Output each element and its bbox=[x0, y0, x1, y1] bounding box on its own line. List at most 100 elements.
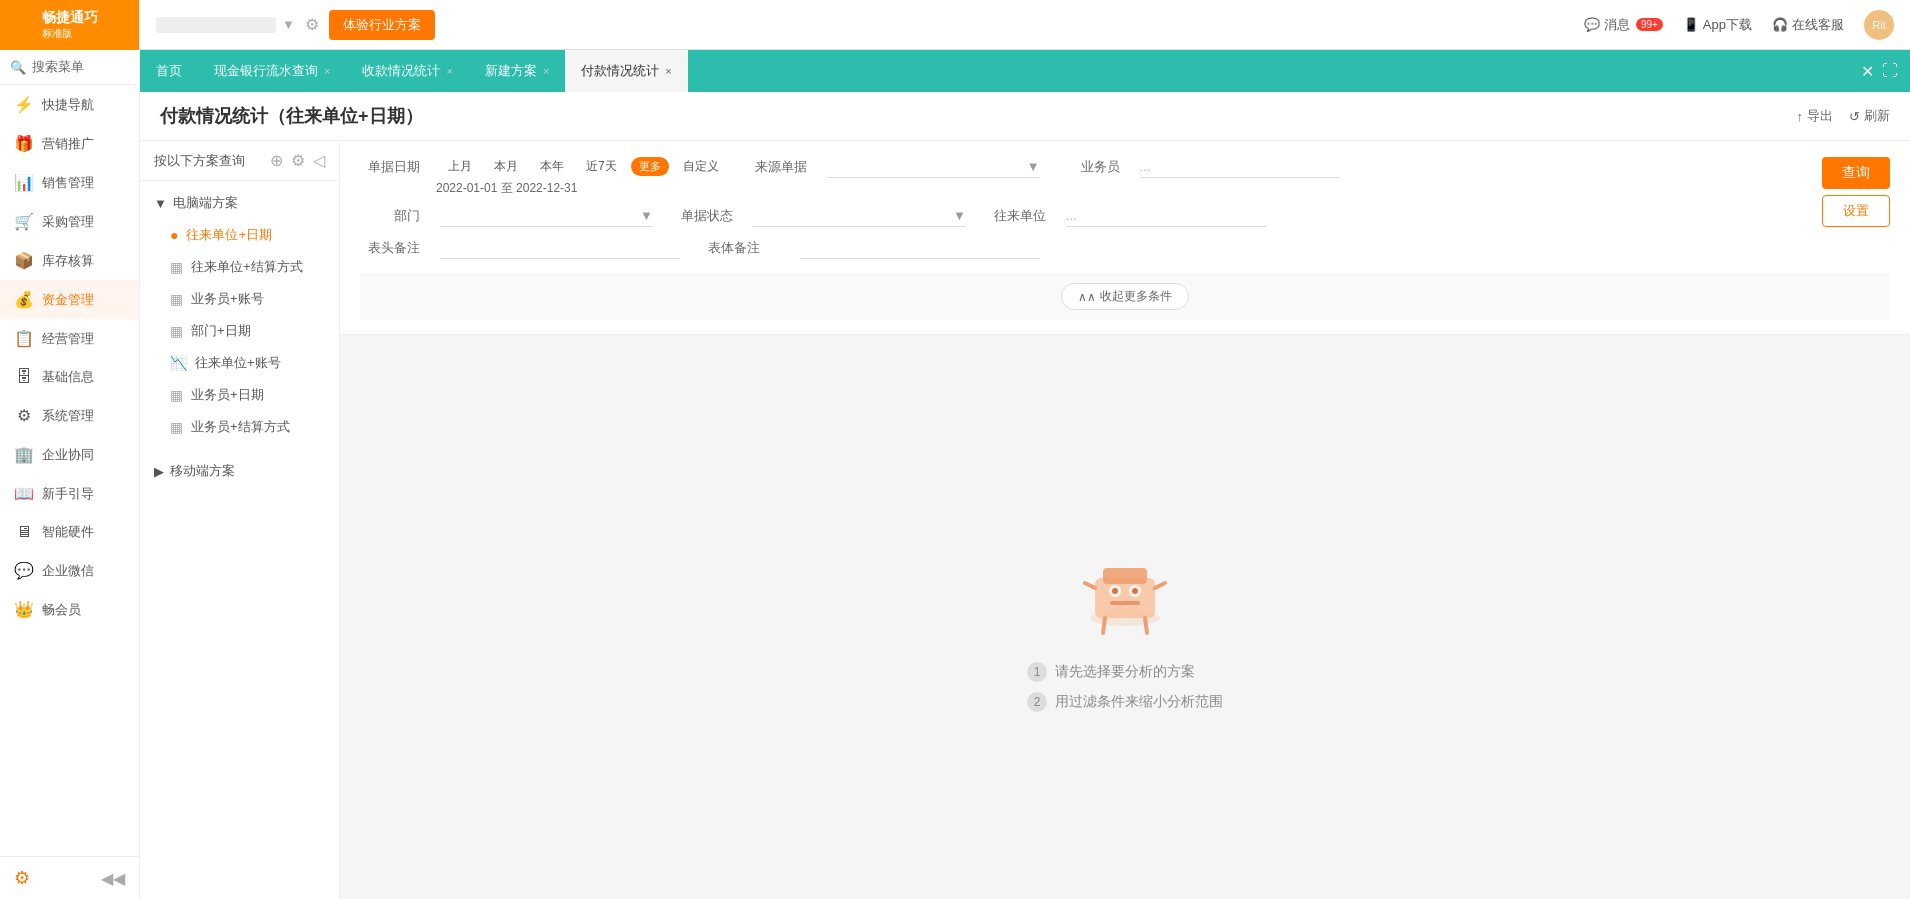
hint-text-2: 用过滤条件来缩小分析范围 bbox=[1055, 693, 1223, 711]
refresh-btn[interactable]: ↺ 刷新 bbox=[1849, 107, 1890, 125]
body-note-label: 表体备注 bbox=[700, 239, 760, 257]
scheme-group-mobile-title[interactable]: ▶ 移动端方案 bbox=[140, 455, 339, 487]
sidebar-item-vip[interactable]: 👑畅会员 bbox=[0, 590, 139, 629]
sidebar-item-wechat[interactable]: 💬企业微信 bbox=[0, 551, 139, 590]
tab-new-scheme[interactable]: 新建方案 × bbox=[469, 50, 565, 92]
source-select[interactable]: ▼ bbox=[827, 156, 1040, 178]
empty-illustration bbox=[1065, 523, 1185, 646]
dept-select[interactable]: ▼ bbox=[440, 205, 653, 227]
app-download-btn[interactable]: 📱 App下载 bbox=[1683, 16, 1752, 34]
sidebar-item-newbie[interactable]: 📖新手引导 bbox=[0, 474, 139, 513]
dropdown-icon[interactable]: ▼ bbox=[282, 17, 295, 32]
svg-rect-2 bbox=[1103, 568, 1147, 584]
tab-receivable[interactable]: 收款情况统计 × bbox=[346, 50, 468, 92]
dept-value bbox=[440, 208, 640, 223]
sidebar-label-wechat: 企业微信 bbox=[42, 562, 94, 580]
sidebar-item-sales[interactable]: 📊销售管理 bbox=[0, 163, 139, 202]
sidebar-icon-basics: 🗄 bbox=[14, 368, 34, 386]
collapse-bar: ∧∧ 收起更多条件 bbox=[360, 273, 1890, 320]
scheme-item-staff-account[interactable]: ▦ 业务员+账号 bbox=[140, 283, 339, 315]
sidebar-item-basics[interactable]: 🗄 基础信息 bbox=[0, 358, 139, 396]
scheme-item-staff-date[interactable]: ▦ 业务员+日期 bbox=[140, 379, 339, 411]
sidebar-label-marketing: 营销推广 bbox=[42, 135, 94, 153]
sidebar-item-hardware[interactable]: 🖥智能硬件 bbox=[0, 513, 139, 551]
tab-payment-stats[interactable]: 付款情况统计 × bbox=[565, 50, 687, 92]
sidebar-item-inventory[interactable]: 📦库存核算 bbox=[0, 241, 139, 280]
messages-btn[interactable]: 💬 消息 99+ bbox=[1584, 16, 1663, 34]
scheme-item-counterpart-payment[interactable]: ▦ 往来单位+结算方式 bbox=[140, 251, 339, 283]
collapse-sidebar-btn[interactable]: ◀◀ bbox=[101, 869, 125, 888]
scheme-item-counterpart-account[interactable]: 📉 往来单位+账号 bbox=[140, 347, 339, 379]
sidebar: 畅捷通巧 标准版 🔍 搜索菜单 ⚡快捷导航🎁营销推广📊销售管理🛒采购管理📦库存核… bbox=[0, 0, 140, 899]
date-more[interactable]: 更多 bbox=[631, 157, 669, 176]
date-this-year[interactable]: 本年 bbox=[532, 155, 572, 178]
doc-status-select[interactable]: ▼ bbox=[753, 205, 966, 227]
sidebar-item-system[interactable]: ⚙系统管理 bbox=[0, 396, 139, 435]
sidebar-icon-system: ⚙ bbox=[14, 406, 34, 425]
scheme-item-dept-date[interactable]: ▦ 部门+日期 bbox=[140, 315, 339, 347]
sidebar-logo: 畅捷通巧 标准版 bbox=[0, 0, 139, 50]
scheme-item-staff-payment[interactable]: ▦ 业务员+结算方式 bbox=[140, 411, 339, 443]
search-label: 搜索菜单 bbox=[32, 58, 84, 76]
trial-btn[interactable]: 体验行业方案 bbox=[329, 10, 435, 40]
source-dropdown-icon: ▼ bbox=[1027, 159, 1040, 174]
tab-new-scheme-label: 新建方案 bbox=[485, 62, 537, 80]
header-note-input[interactable] bbox=[440, 237, 680, 259]
date-last-7[interactable]: 近7天 bbox=[578, 155, 625, 178]
body-area: 按以下方案查询 ⊕ ⚙ ◁ ▼ 电脑端方案 ● 往来单位+日期 bbox=[140, 141, 1910, 899]
body-note-input[interactable] bbox=[800, 237, 1040, 259]
expand-icon[interactable]: ⛶ bbox=[1882, 62, 1898, 80]
scheme-item-counterpart-date[interactable]: ● 往来单位+日期 bbox=[140, 219, 339, 251]
date-this-month[interactable]: 本月 bbox=[486, 155, 526, 178]
add-scheme-btn[interactable]: ⊕ bbox=[270, 151, 283, 170]
sidebar-icon-quick-nav: ⚡ bbox=[14, 95, 34, 114]
tab-new-scheme-close[interactable]: × bbox=[543, 65, 549, 77]
doc-status-dropdown-icon: ▼ bbox=[953, 208, 966, 223]
sidebar-icon-vip: 👑 bbox=[14, 600, 34, 619]
sidebar-search[interactable]: 🔍 搜索菜单 bbox=[0, 50, 139, 85]
tab-cash-flow-close[interactable]: × bbox=[324, 65, 330, 77]
sidebar-item-operation[interactable]: 📋经营管理 bbox=[0, 319, 139, 358]
staff-value: ... bbox=[1140, 159, 1340, 174]
export-btn[interactable]: ↑ 导出 bbox=[1797, 107, 1834, 125]
sidebar-item-marketing[interactable]: 🎁营销推广 bbox=[0, 124, 139, 163]
sidebar-label-finance: 资金管理 bbox=[42, 291, 94, 309]
date-last-month[interactable]: 上月 bbox=[440, 155, 480, 178]
date-custom[interactable]: 自定义 bbox=[675, 155, 727, 178]
svg-rect-7 bbox=[1110, 601, 1140, 605]
settings-btn[interactable]: 设置 bbox=[1822, 195, 1890, 227]
tab-payment-stats-label: 付款情况统计 bbox=[581, 62, 659, 80]
hint-num-2: 2 bbox=[1027, 692, 1047, 712]
sidebar-item-purchase[interactable]: 🛒采购管理 bbox=[0, 202, 139, 241]
close-all-icon[interactable]: ✕ bbox=[1861, 62, 1874, 81]
app-download-label: App下载 bbox=[1703, 16, 1752, 34]
query-btn[interactable]: 查询 bbox=[1822, 157, 1890, 189]
collapse-conditions-btn[interactable]: ∧∧ 收起更多条件 bbox=[1061, 283, 1189, 310]
sidebar-item-enterprise[interactable]: 🏢企业协同 bbox=[0, 435, 139, 474]
user-avatar[interactable]: Rit bbox=[1864, 10, 1894, 40]
source-value bbox=[827, 159, 1027, 174]
logo-sub: 标准版 bbox=[42, 27, 98, 41]
empty-hints: 1 请先选择要分析的方案 2 用过滤条件来缩小分析范围 bbox=[1027, 662, 1223, 712]
scheme-group-desktop-title[interactable]: ▼ 电脑端方案 bbox=[140, 187, 339, 219]
sidebar-item-finance[interactable]: 💰资金管理 bbox=[0, 280, 139, 319]
tab-cash-flow[interactable]: 现金银行流水查询 × bbox=[198, 50, 346, 92]
scheme-panel: 按以下方案查询 ⊕ ⚙ ◁ ▼ 电脑端方案 ● 往来单位+日期 bbox=[140, 141, 340, 899]
counterpart-select[interactable]: ... bbox=[1066, 205, 1266, 227]
sidebar-item-quick-nav[interactable]: ⚡快捷导航 bbox=[0, 85, 139, 124]
tab-receivable-close[interactable]: × bbox=[446, 65, 452, 77]
sidebar-label-inventory: 库存核算 bbox=[42, 252, 94, 270]
settings-icon[interactable]: ⚙ bbox=[14, 867, 30, 889]
company-info: ▼ bbox=[156, 17, 295, 33]
scheme-item-label-3: 业务员+账号 bbox=[191, 290, 264, 308]
sidebar-label-basics: 基础信息 bbox=[42, 368, 94, 386]
sidebar-label-sales: 销售管理 bbox=[42, 174, 94, 192]
online-service-btn[interactable]: 🎧 在线客服 bbox=[1772, 16, 1844, 34]
tab-payment-stats-close[interactable]: × bbox=[665, 65, 671, 77]
page-title: 付款情况统计（往来单位+日期） bbox=[160, 104, 423, 128]
settings-gear-icon[interactable]: ⚙ bbox=[305, 15, 319, 34]
tab-home[interactable]: 首页 bbox=[140, 50, 198, 92]
staff-select[interactable]: ... bbox=[1140, 156, 1340, 178]
collapse-scheme-btn[interactable]: ◁ bbox=[313, 151, 325, 170]
scheme-settings-btn[interactable]: ⚙ bbox=[291, 151, 305, 170]
